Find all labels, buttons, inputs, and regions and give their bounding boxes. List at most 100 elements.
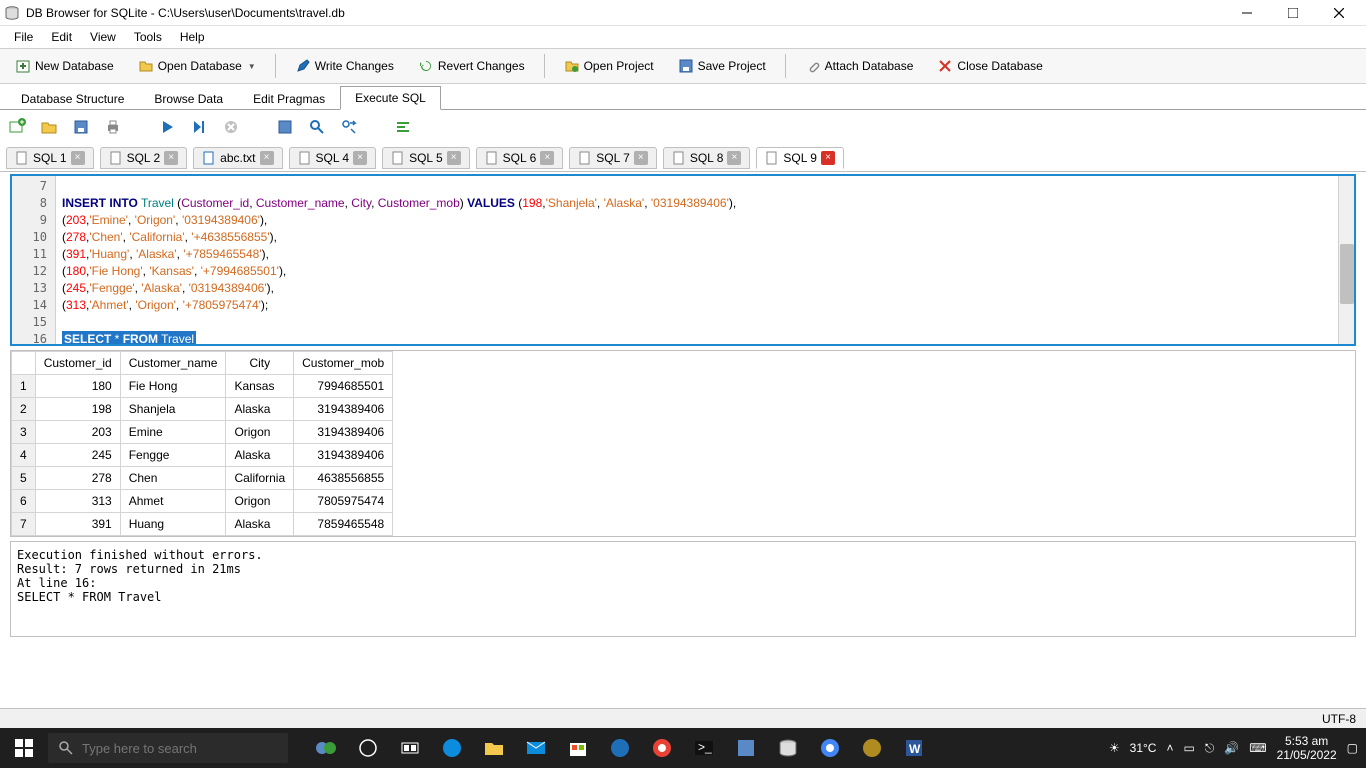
find-icon[interactable]	[306, 116, 328, 138]
close-tab-icon[interactable]: ×	[164, 151, 178, 165]
sql-tab-4[interactable]: SQL 5×	[382, 147, 470, 169]
new-database-button[interactable]: New Database	[6, 53, 123, 79]
cell[interactable]: California	[226, 467, 294, 490]
cell[interactable]: 203	[35, 421, 120, 444]
terminal-icon[interactable]: >_	[684, 728, 724, 768]
cell[interactable]: Huang	[120, 513, 226, 536]
menu-help[interactable]: Help	[172, 28, 213, 46]
table-row[interactable]: 2198ShanjelaAlaska3194389406	[12, 398, 393, 421]
tray-chevron-icon[interactable]: ˄	[1166, 741, 1173, 755]
row-number[interactable]: 1	[12, 375, 36, 398]
app-icon-2[interactable]	[726, 728, 766, 768]
cell[interactable]: Alaska	[226, 444, 294, 467]
close-database-button[interactable]: Close Database	[928, 53, 1051, 79]
sql-tab-6[interactable]: SQL 7×	[569, 147, 657, 169]
attach-database-button[interactable]: Attach Database	[796, 53, 923, 79]
run-line-icon[interactable]	[188, 116, 210, 138]
row-number[interactable]: 2	[12, 398, 36, 421]
cell[interactable]: 7994685501	[294, 375, 393, 398]
table-row[interactable]: 6313AhmetOrigon7805975474	[12, 490, 393, 513]
print-icon[interactable]	[102, 116, 124, 138]
column-header[interactable]: Customer_name	[120, 352, 226, 375]
wifi-icon[interactable]: ⎋	[1205, 741, 1215, 756]
revert-changes-button[interactable]: Revert Changes	[409, 53, 534, 79]
row-number[interactable]: 3	[12, 421, 36, 444]
cell[interactable]: 3194389406	[294, 398, 393, 421]
cell[interactable]: Emine	[120, 421, 226, 444]
chrome-icon-2[interactable]	[810, 728, 850, 768]
scroll-thumb[interactable]	[1340, 244, 1354, 304]
open-project-button[interactable]: Open Project	[555, 53, 663, 79]
maximize-button[interactable]	[1270, 0, 1316, 26]
column-header[interactable]: Customer_id	[35, 352, 120, 375]
weather-temp[interactable]: 31°C	[1130, 741, 1157, 755]
open-sql-icon[interactable]	[38, 116, 60, 138]
cell[interactable]: 198	[35, 398, 120, 421]
sql-tab-1[interactable]: SQL 2×	[100, 147, 188, 169]
sql-editor[interactable]: 78910111213141516 INSERT INTO Travel (Cu…	[10, 174, 1356, 346]
save-project-button[interactable]: Save Project	[669, 53, 775, 79]
cell[interactable]: 4638556855	[294, 467, 393, 490]
cell[interactable]: Kansas	[226, 375, 294, 398]
sql-tab-5[interactable]: SQL 6×	[476, 147, 564, 169]
tab-browse-data[interactable]: Browse Data	[139, 87, 238, 110]
stop-icon[interactable]	[220, 116, 242, 138]
table-row[interactable]: 3203EmineOrigon3194389406	[12, 421, 393, 444]
row-number[interactable]: 7	[12, 513, 36, 536]
row-number[interactable]: 4	[12, 444, 36, 467]
weather-icon[interactable]: ☀	[1109, 741, 1120, 755]
results-grid[interactable]: Customer_idCustomer_nameCityCustomer_mob…	[10, 350, 1356, 537]
widgets-icon[interactable]	[306, 728, 346, 768]
language-icon[interactable]: ⌨	[1249, 741, 1266, 755]
minimize-button[interactable]	[1224, 0, 1270, 26]
edge-icon[interactable]	[432, 728, 472, 768]
row-number[interactable]: 5	[12, 467, 36, 490]
open-database-button[interactable]: Open Database ▼	[129, 53, 265, 79]
close-tab-icon[interactable]: ×	[447, 151, 461, 165]
close-tab-icon[interactable]: ×	[821, 151, 835, 165]
cell[interactable]: Shanjela	[120, 398, 226, 421]
cell[interactable]: 313	[35, 490, 120, 513]
run-icon[interactable]	[156, 116, 178, 138]
menu-view[interactable]: View	[82, 28, 124, 46]
start-button[interactable]	[0, 728, 48, 768]
menu-file[interactable]: File	[6, 28, 41, 46]
sql-tab-8[interactable]: SQL 9×	[756, 147, 844, 169]
menu-edit[interactable]: Edit	[43, 28, 80, 46]
cell[interactable]: 180	[35, 375, 120, 398]
volume-icon[interactable]: 🔊	[1224, 741, 1239, 755]
app-icon-1[interactable]	[600, 728, 640, 768]
close-tab-icon[interactable]: ×	[540, 151, 554, 165]
close-button[interactable]	[1316, 0, 1362, 26]
tab-database-structure[interactable]: Database Structure	[6, 87, 139, 110]
cell[interactable]: 3194389406	[294, 444, 393, 467]
clock[interactable]: 5:53 am 21/05/2022	[1277, 734, 1337, 762]
save-sql-icon[interactable]	[70, 116, 92, 138]
cell[interactable]: 7859465548	[294, 513, 393, 536]
close-tab-icon[interactable]: ×	[634, 151, 648, 165]
cortana-icon[interactable]	[348, 728, 388, 768]
new-tab-icon[interactable]	[6, 116, 28, 138]
taskbar-search[interactable]	[48, 733, 288, 763]
word-icon[interactable]: W	[894, 728, 934, 768]
cell[interactable]: Origon	[226, 421, 294, 444]
sql-tab-2[interactable]: abc.txt×	[193, 147, 282, 169]
cell[interactable]: 245	[35, 444, 120, 467]
table-row[interactable]: 1180Fie HongKansas7994685501	[12, 375, 393, 398]
vertical-scrollbar[interactable]	[1338, 176, 1354, 344]
format-icon[interactable]	[392, 116, 414, 138]
cell[interactable]: Fengge	[120, 444, 226, 467]
sql-tab-7[interactable]: SQL 8×	[663, 147, 751, 169]
cell[interactable]: Alaska	[226, 398, 294, 421]
cell[interactable]: 278	[35, 467, 120, 490]
store-icon[interactable]	[558, 728, 598, 768]
table-row[interactable]: 5278ChenCalifornia4638556855	[12, 467, 393, 490]
close-tab-icon[interactable]: ×	[260, 151, 274, 165]
battery-icon[interactable]: ▭	[1183, 741, 1194, 755]
tab-execute-sql[interactable]: Execute SQL	[340, 86, 441, 110]
db-browser-icon[interactable]	[768, 728, 808, 768]
tab-edit-pragmas[interactable]: Edit Pragmas	[238, 87, 340, 110]
cell[interactable]: Origon	[226, 490, 294, 513]
cell[interactable]: 391	[35, 513, 120, 536]
cell[interactable]: 7805975474	[294, 490, 393, 513]
